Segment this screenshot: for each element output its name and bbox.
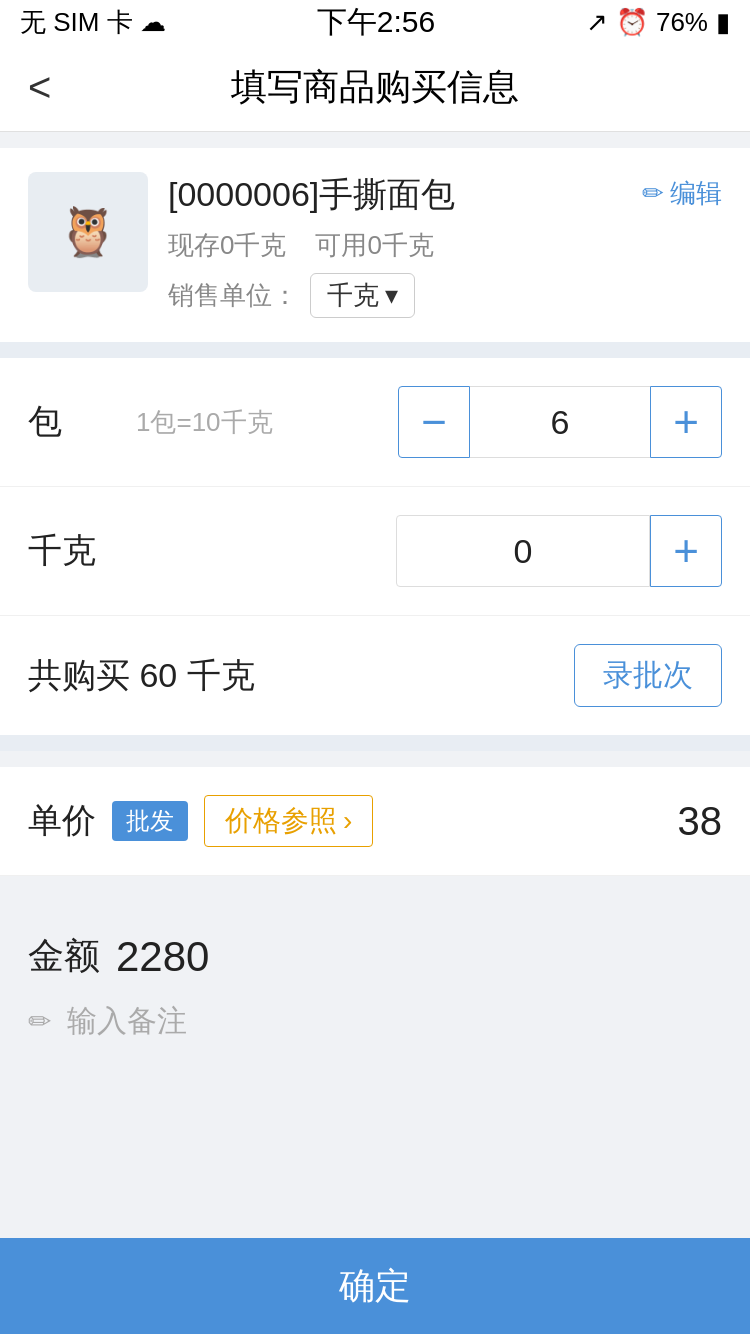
- bao-plus-button[interactable]: +: [650, 386, 722, 458]
- section-divider-2: [0, 735, 750, 751]
- bao-input[interactable]: [470, 386, 650, 458]
- confirm-button[interactable]: 确定: [0, 1238, 750, 1334]
- bao-minus-button[interactable]: −: [398, 386, 470, 458]
- price-row: 单价 批发 价格参照 › 38: [0, 767, 750, 876]
- stock-label: 现存0千克: [168, 230, 286, 260]
- main-content: 🦉 [0000006]手撕面包 现存0千克 可用0千克 销售单位： 千克 ▾ ✏…: [0, 148, 750, 1166]
- bao-controls: − +: [398, 386, 722, 458]
- edit-button[interactable]: ✏ 编辑: [642, 176, 722, 211]
- unit-value: 千克: [327, 278, 379, 313]
- kg-controls: +: [396, 515, 722, 587]
- kg-input-row: 千克 +: [0, 487, 750, 616]
- remark-row[interactable]: ✏ 输入备注: [28, 991, 722, 1070]
- input-section: 包 1包=10千克 − + 千克 +: [0, 358, 750, 616]
- pencil-icon: ✏: [28, 1005, 51, 1038]
- battery-label: 76%: [656, 7, 708, 38]
- product-stock: 现存0千克 可用0千克: [168, 228, 722, 263]
- product-thumbnail: 🦉: [28, 172, 148, 292]
- summary-row: 共购买 60 千克 录批次: [0, 616, 750, 735]
- product-info: [0000006]手撕面包 现存0千克 可用0千克 销售单位： 千克 ▾: [168, 172, 722, 318]
- section-divider-1: [0, 342, 750, 358]
- product-name: [0000006]手撕面包: [168, 172, 722, 218]
- edit-label: 编辑: [670, 176, 722, 211]
- alarm-icon: ⏰: [616, 7, 648, 38]
- battery-icon: ▮: [716, 7, 730, 38]
- price-value: 38: [678, 799, 723, 844]
- back-button[interactable]: <: [28, 65, 51, 110]
- product-image-icon: 🦉: [58, 204, 118, 260]
- bao-sublabel: 1包=10千克: [136, 405, 273, 440]
- price-ref-button[interactable]: 价格参照 ›: [204, 795, 373, 847]
- sim-label: 无 SIM 卡 ☁: [20, 5, 166, 40]
- product-unit-row: 销售单位： 千克 ▾: [168, 273, 722, 318]
- status-left: 无 SIM 卡 ☁: [20, 5, 166, 40]
- page-title: 填写商品购买信息: [231, 63, 519, 112]
- kg-plus-button[interactable]: +: [650, 515, 722, 587]
- edit-icon: ✏: [642, 178, 664, 209]
- amount-section: 金额 2280 ✏ 输入备注: [0, 876, 750, 1070]
- amount-row: 金额 2280: [28, 904, 722, 991]
- nav-bar: < 填写商品购买信息: [0, 44, 750, 132]
- price-ref-arrow-icon: ›: [343, 805, 352, 837]
- available-label: 可用0千克: [315, 230, 433, 260]
- price-section: 单价 批发 价格参照 › 38: [0, 767, 750, 876]
- dropdown-arrow-icon: ▾: [385, 280, 398, 311]
- summary-text: 共购买 60 千克: [28, 653, 255, 699]
- kg-input[interactable]: [396, 515, 650, 587]
- price-type-tag: 批发: [112, 801, 188, 841]
- status-time: 下午2:56: [317, 2, 435, 43]
- price-label: 单价: [28, 798, 96, 844]
- unit-dropdown[interactable]: 千克 ▾: [310, 273, 415, 318]
- unit-label: 销售单位：: [168, 278, 298, 313]
- remark-placeholder: 输入备注: [67, 1001, 187, 1042]
- status-right: ↗ ⏰ 76% ▮: [586, 7, 730, 38]
- location-icon: ↗: [586, 7, 608, 38]
- kg-label: 千克: [28, 528, 108, 574]
- batch-button[interactable]: 录批次: [574, 644, 722, 707]
- bao-label: 包: [28, 399, 108, 445]
- amount-value: 2280: [116, 933, 209, 981]
- bao-input-row: 包 1包=10千克 − +: [0, 358, 750, 487]
- amount-label: 金额: [28, 932, 100, 981]
- price-ref-label: 价格参照: [225, 802, 337, 840]
- product-card: 🦉 [0000006]手撕面包 现存0千克 可用0千克 销售单位： 千克 ▾ ✏…: [0, 148, 750, 342]
- status-bar: 无 SIM 卡 ☁ 下午2:56 ↗ ⏰ 76% ▮: [0, 0, 750, 44]
